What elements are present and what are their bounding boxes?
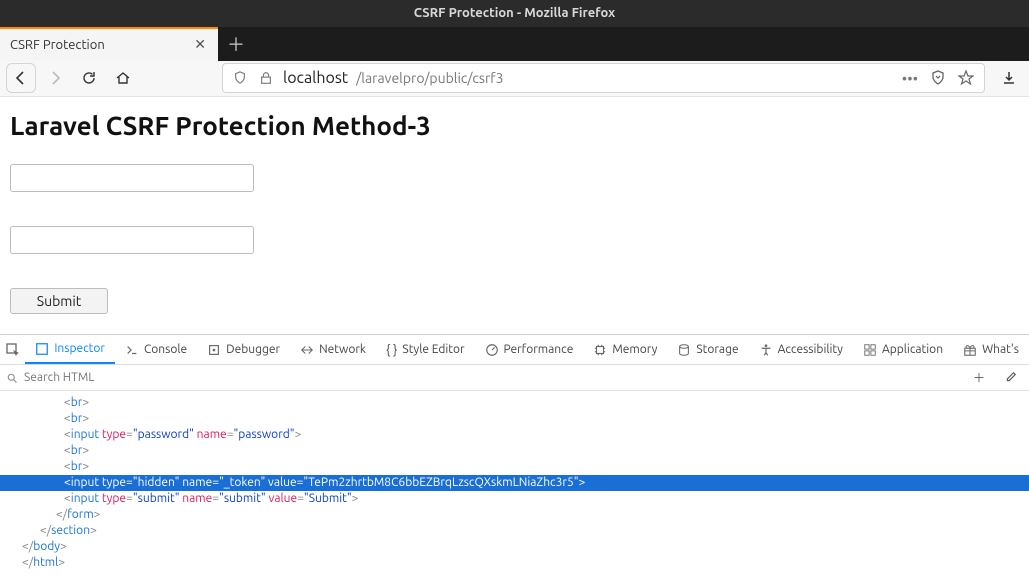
close-icon[interactable]: ✕ <box>192 34 208 55</box>
html-line[interactable]: </body> <box>0 539 1029 555</box>
url-host: localhost <box>283 69 348 87</box>
html-line[interactable]: <br> <box>0 443 1029 459</box>
html-line[interactable]: </form> <box>0 507 1029 523</box>
window-title: CSRF Protection - Mozilla Firefox <box>414 6 615 20</box>
tab-network[interactable]: Network <box>290 335 376 364</box>
network-icon <box>300 343 314 357</box>
application-icon <box>863 343 877 357</box>
username-field[interactable] <box>10 164 254 192</box>
tab-title: CSRF Protection <box>10 38 192 52</box>
tab-application[interactable]: Application <box>853 335 953 364</box>
reader-icon[interactable] <box>928 70 948 86</box>
back-button[interactable] <box>6 63 36 93</box>
tab-performance[interactable]: Performance <box>475 335 584 364</box>
eyedropper-icon[interactable] <box>997 371 1023 385</box>
submit-button[interactable]: Submit <box>10 288 108 314</box>
tab-console[interactable]: Console <box>115 335 197 364</box>
html-line[interactable]: <input type="password" name="password"> <box>0 427 1029 443</box>
lock-icon[interactable] <box>257 71 275 85</box>
home-button[interactable] <box>108 63 138 93</box>
search-icon <box>6 372 18 384</box>
console-icon <box>125 343 139 357</box>
html-line[interactable]: </section> <box>0 523 1029 539</box>
url-bar[interactable]: localhost/laravelpro/public/csrf3 ••• <box>222 63 985 93</box>
html-line[interactable]: <input type="submit" name="submit" value… <box>0 491 1029 507</box>
tab-accessibility[interactable]: Accessibility <box>749 335 853 364</box>
html-line[interactable]: <br> <box>0 411 1029 427</box>
more-icon[interactable]: ••• <box>900 70 920 87</box>
url-path: /laravelpro/public/csrf3 <box>356 70 503 86</box>
tab-storage[interactable]: Storage <box>667 335 748 364</box>
devtools-panel: Inspector Console Debugger Network { }St… <box>0 334 1029 575</box>
nav-toolbar: localhost/laravelpro/public/csrf3 ••• <box>0 61 1029 97</box>
devtools-search-bar: ＋ <box>0 365 1029 391</box>
styleeditor-icon: { } <box>386 343 397 357</box>
element-picker-icon[interactable] <box>0 335 25 364</box>
html-line[interactable]: <br> <box>0 459 1029 475</box>
gift-icon <box>963 343 977 357</box>
html-line[interactable]: </html> <box>0 555 1029 571</box>
html-line[interactable]: <br> <box>0 395 1029 411</box>
tab-memory[interactable]: Memory <box>583 335 667 364</box>
memory-icon <box>593 343 607 357</box>
new-tab-button[interactable]: ＋ <box>218 27 254 61</box>
tab-strip: CSRF Protection ✕ ＋ <box>0 27 1029 61</box>
debugger-icon <box>207 343 221 357</box>
page-heading: Laravel CSRF Protection Method-3 <box>10 111 1019 140</box>
devtools-tabs: Inspector Console Debugger Network { }St… <box>0 335 1029 365</box>
forward-button[interactable] <box>40 63 70 93</box>
tab-debugger[interactable]: Debugger <box>197 335 290 364</box>
search-html-input[interactable] <box>24 371 961 384</box>
reload-button[interactable] <box>74 63 104 93</box>
browser-tab[interactable]: CSRF Protection ✕ <box>0 27 218 61</box>
add-node-icon[interactable]: ＋ <box>967 369 991 386</box>
download-button[interactable] <box>995 70 1023 86</box>
inspector-icon <box>35 342 49 356</box>
html-tree[interactable]: <br> <br> <input type="password" name="p… <box>0 391 1029 575</box>
tab-inspector[interactable]: Inspector <box>25 335 115 364</box>
performance-icon <box>485 343 499 357</box>
storage-icon <box>677 343 691 357</box>
bookmark-icon[interactable] <box>956 70 976 86</box>
tab-whats-new[interactable]: What's <box>953 335 1029 364</box>
tab-style-editor[interactable]: { }Style Editor <box>376 335 475 364</box>
html-line-selected[interactable]: <input type="hidden" name="_token" value… <box>0 475 1029 491</box>
accessibility-icon <box>759 343 773 357</box>
password-field[interactable] <box>10 226 254 254</box>
shield-icon[interactable] <box>231 71 249 85</box>
page-content: Laravel CSRF Protection Method-3 Submit <box>0 97 1029 334</box>
window-titlebar: CSRF Protection - Mozilla Firefox <box>0 0 1029 27</box>
